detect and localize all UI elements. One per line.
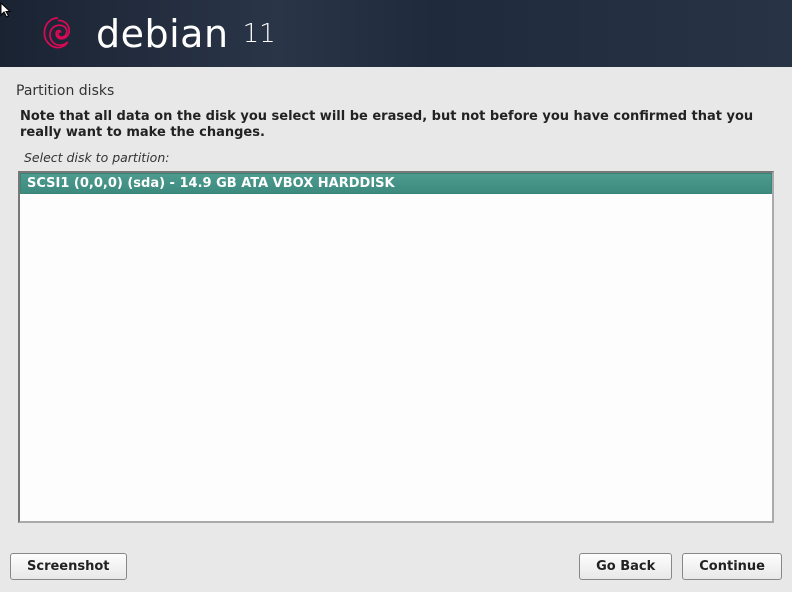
- erase-warning-text: Note that all data on the disk you selec…: [10, 109, 782, 148]
- screenshot-button[interactable]: Screenshot: [10, 553, 127, 580]
- debian-swirl-icon: [38, 14, 78, 54]
- continue-button[interactable]: Continue: [682, 553, 782, 580]
- disk-listbox[interactable]: SCSI1 (0,0,0) (sda) - 14.9 GB ATA VBOX H…: [18, 171, 774, 523]
- go-back-button[interactable]: Go Back: [579, 553, 672, 580]
- brand-version: 11: [243, 19, 276, 49]
- installer-header-banner: debian 11: [0, 0, 792, 67]
- page-title: Partition disks: [0, 77, 792, 109]
- content-area: Partition disks Note that all data on th…: [0, 67, 792, 523]
- select-disk-prompt: Select disk to partition:: [10, 148, 782, 169]
- main-panel: Note that all data on the disk you selec…: [0, 109, 792, 523]
- brand-name: debian: [96, 12, 229, 56]
- disk-item[interactable]: SCSI1 (0,0,0) (sda) - 14.9 GB ATA VBOX H…: [20, 173, 772, 194]
- button-bar: Screenshot Go Back Continue: [10, 553, 782, 580]
